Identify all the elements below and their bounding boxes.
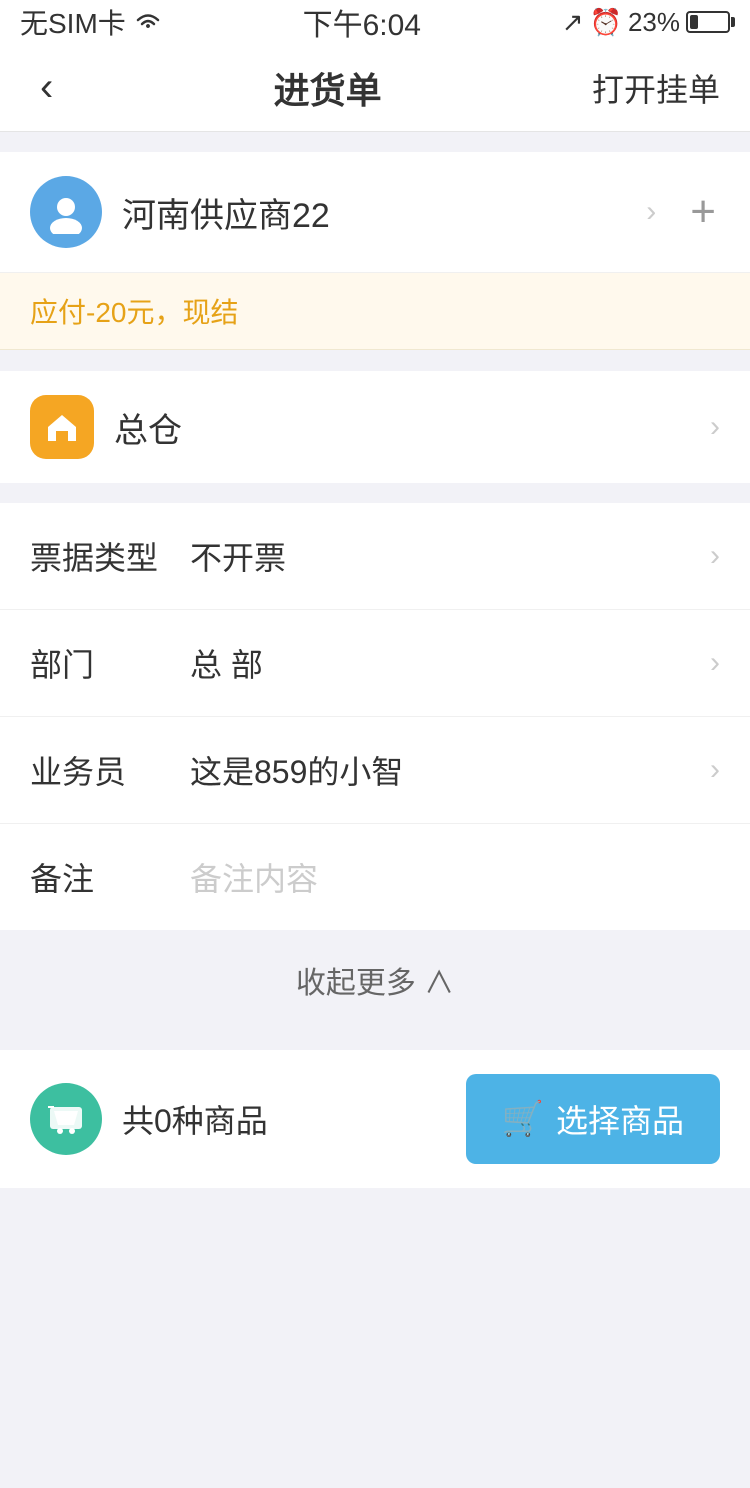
wifi-icon [134, 12, 162, 32]
salesman-value: 这是859的小智 [170, 747, 700, 793]
select-goods-button[interactable]: 🛒 选择商品 [466, 1074, 720, 1164]
warehouse-icon [30, 395, 94, 459]
invoice-row[interactable]: 票据类型 不开票 › [0, 503, 750, 610]
notice-bar: 应付-20元，现结 [0, 273, 750, 350]
bottom-bar: 共0种商品 🛒 选择商品 [0, 1050, 750, 1188]
back-button[interactable]: ‹ [30, 55, 63, 120]
status-bar: 无SIM卡 下午6:04 ↗ ⏰ 23% [0, 0, 750, 44]
department-value: 总 部 [170, 640, 700, 686]
section-gap-1 [0, 132, 750, 152]
open-pending-button[interactable]: 打开挂单 [592, 65, 720, 111]
carrier-label: 无SIM卡 [20, 2, 126, 42]
supplier-avatar [30, 176, 102, 248]
invoice-value: 不开票 [170, 533, 700, 579]
invoice-label: 票据类型 [30, 533, 170, 579]
department-row[interactable]: 部门 总 部 › [0, 610, 750, 717]
select-goods-icon: 🛒 [502, 1099, 544, 1139]
supplier-row[interactable]: 河南供应商22 › + [0, 152, 750, 273]
status-right: ↗ ⏰ 23% [562, 7, 730, 38]
salesman-chevron-icon: › [710, 753, 720, 787]
section-gap-2 [0, 351, 750, 371]
department-label: 部门 [30, 640, 170, 686]
collapse-button[interactable]: 收起更多 ∧ [0, 930, 750, 1030]
salesman-label: 业务员 [30, 747, 170, 793]
supplier-chevron-icon: › [646, 195, 656, 229]
salesman-row[interactable]: 业务员 这是859的小智 › [0, 717, 750, 824]
page-title: 进货单 [274, 62, 382, 114]
time-label: 下午6:04 [303, 0, 421, 44]
remark-label: 备注 [30, 854, 170, 900]
alarm-icon: ⏰ [590, 7, 622, 38]
add-supplier-button[interactable]: + [686, 187, 720, 237]
status-left: 无SIM卡 [20, 2, 162, 42]
supplier-name: 河南供应商22 [122, 188, 646, 237]
warehouse-card[interactable]: 总仓 › [0, 371, 750, 483]
cart-icon [46, 1099, 86, 1139]
form-section: 票据类型 不开票 › 部门 总 部 › 业务员 这是859的小智 › 备注 备注… [0, 503, 750, 930]
battery-icon [686, 11, 730, 33]
location-icon: ↗ [562, 7, 584, 38]
department-chevron-icon: › [710, 646, 720, 680]
remark-row[interactable]: 备注 备注内容 [0, 824, 750, 930]
warehouse-name: 总仓 [114, 403, 710, 452]
warehouse-chevron-icon: › [710, 410, 720, 444]
remark-input[interactable]: 备注内容 [170, 854, 720, 900]
avatar-icon [44, 190, 88, 234]
notice-text: 应付-20元，现结 [30, 297, 238, 328]
warehouse-svg [44, 409, 80, 445]
goods-count-label: 共0种商品 [122, 1096, 446, 1142]
battery-percent: 23% [628, 7, 680, 38]
warehouse-row[interactable]: 总仓 › [0, 371, 750, 483]
select-goods-label: 选择商品 [556, 1096, 684, 1142]
invoice-chevron-icon: › [710, 539, 720, 573]
goods-icon [30, 1083, 102, 1155]
nav-bar: ‹ 进货单 打开挂单 [0, 44, 750, 132]
page-bottom [0, 1188, 750, 1488]
supplier-card: 河南供应商22 › + 应付-20元，现结 [0, 152, 750, 350]
